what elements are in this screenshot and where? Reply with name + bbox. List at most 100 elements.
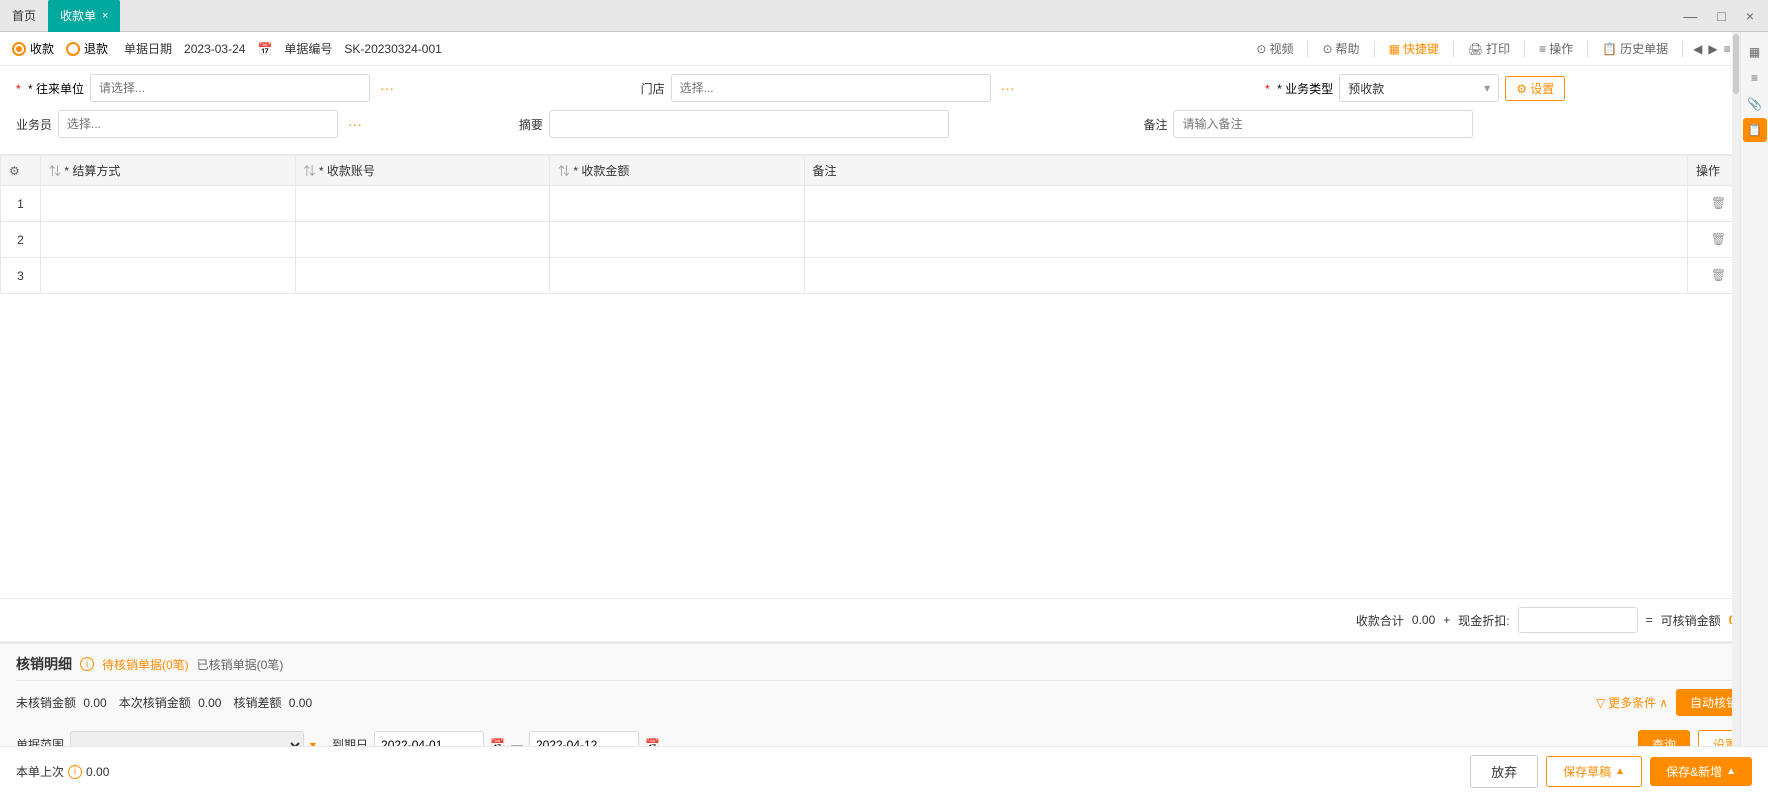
settlement-1[interactable] (41, 186, 296, 222)
delete-icon-2[interactable]: 🗑 (1711, 232, 1726, 246)
date-label: 单据日期 (124, 40, 172, 57)
remark-3[interactable] (804, 258, 1688, 294)
row-num-3: 3 (1, 258, 41, 294)
close-btn[interactable]: × (1740, 6, 1760, 26)
amount-3[interactable] (550, 258, 805, 294)
chevron-up-icon: ∧ (1659, 696, 1668, 710)
right-panel: ▦ ≡ 📎 📋 (1740, 32, 1768, 796)
shortcut-btn[interactable]: ▦ 快捷键 (1385, 38, 1443, 59)
save-new-arrow: ▲ (1726, 766, 1736, 777)
print-btn[interactable]: 🖨 打印 (1464, 38, 1514, 59)
delete-icon-1[interactable]: 🗑 (1711, 196, 1726, 210)
abandon-btn[interactable]: 放弃 (1470, 755, 1538, 788)
remark-1[interactable] (804, 186, 1688, 222)
delete-icon-3[interactable]: 🗑 (1711, 268, 1726, 282)
tab-home[interactable]: 首页 (0, 0, 48, 32)
divider5 (1587, 41, 1588, 57)
history-label: 历史单据 (1620, 40, 1668, 57)
panel-attach-icon[interactable]: 📎 (1743, 92, 1767, 116)
table-gear-icon[interactable]: ⚙ (9, 164, 20, 178)
print-label: 打印 (1486, 40, 1510, 57)
business-type-value: 预收款 (1348, 80, 1384, 97)
history-btn[interactable]: 📋 历史单据 (1598, 38, 1672, 59)
save-new-btn[interactable]: 保存&新增 ▲ (1650, 757, 1752, 786)
from-unit-input[interactable] (90, 74, 370, 102)
panel-list-icon[interactable]: ≡ (1743, 66, 1767, 90)
salesperson-input[interactable] (58, 110, 338, 138)
video-label: 视频 (1269, 40, 1293, 57)
store-input[interactable] (671, 74, 991, 102)
settlement-3[interactable] (41, 258, 296, 294)
video-icon: ⊙ (1256, 42, 1266, 56)
account-1[interactable] (295, 186, 550, 222)
tab-bar: 首页 收款单 × — □ × (0, 0, 1768, 32)
from-unit-field: * * 往来单位 ··· (16, 74, 625, 102)
tab-close-btn[interactable]: × (102, 10, 108, 22)
footer-last-value: 0.00 (86, 765, 109, 779)
verify-info-icon[interactable]: i (80, 657, 94, 671)
more-filter-btn[interactable]: ▽ 更多条件 ∧ (1596, 694, 1668, 711)
from-unit-more-btn[interactable]: ··· (376, 80, 398, 96)
table-row: 1 🗑 ⧉ (1, 186, 1768, 222)
maximize-btn[interactable]: □ (1711, 6, 1731, 26)
business-type-select[interactable]: 预收款 ▾ (1339, 74, 1499, 102)
layout-icon[interactable]: ≡ (1724, 42, 1731, 56)
store-more-btn[interactable]: ··· (997, 80, 1019, 96)
save-draft-btn[interactable]: 保存草稿 ▲ (1546, 756, 1642, 787)
tab-home-label: 首页 (12, 7, 36, 24)
remark-input[interactable] (1173, 110, 1473, 138)
account-2[interactable] (295, 222, 550, 258)
footer-last-label: 本单上次 (16, 763, 64, 780)
footer-info-icon[interactable]: i (68, 765, 82, 779)
history-icon: 📋 (1602, 42, 1617, 56)
window-controls: — □ × (1677, 6, 1768, 26)
summary-label: 摘要 (519, 116, 543, 133)
table-row: 2 🗑 ⧉ (1, 222, 1768, 258)
tab-current[interactable]: 收款单 × (48, 0, 120, 32)
remark-2[interactable] (804, 222, 1688, 258)
table-container: ⚙ ⇅ * 结算方式 ⇅ * 收款账号 ⇅ * 收款金额 (0, 155, 1768, 599)
operation-btn[interactable]: ≡ 操作 (1535, 38, 1577, 59)
operation-label: 操作 (1549, 40, 1573, 57)
radio-receive-dot (12, 42, 26, 56)
settlement-2[interactable] (41, 222, 296, 258)
scroll-thumb[interactable] (1733, 34, 1739, 94)
save-draft-label: 保存草稿 (1563, 763, 1611, 780)
save-draft-arrow: ▲ (1615, 766, 1625, 777)
no-label: 单据编号 (284, 40, 332, 57)
minimize-btn[interactable]: — (1677, 6, 1703, 26)
radio-refund[interactable]: 退款 (66, 40, 108, 57)
summary-input[interactable] (549, 110, 949, 138)
discount-input[interactable] (1518, 607, 1638, 633)
operation-icon: ≡ (1539, 42, 1546, 56)
radio-receive[interactable]: 收款 (12, 40, 54, 57)
current-verify-label: 本次核销金额 0.00 (119, 694, 222, 711)
verify-done-tab[interactable]: 已核销单据(0笔) (197, 656, 284, 673)
diff-label: 核销差额 0.00 (233, 694, 312, 711)
shortcut-label: 快捷键 (1403, 40, 1439, 57)
help-btn[interactable]: ⊙ 帮助 (1318, 38, 1363, 59)
settings-btn[interactable]: ⚙ 设置 (1505, 76, 1565, 101)
video-btn[interactable]: ⊙ 视频 (1252, 38, 1297, 59)
nav-prev-icon[interactable]: ◀ (1693, 42, 1702, 56)
sort-icon2: ⇅ (304, 164, 316, 178)
total-label: 收款合计 (1356, 612, 1404, 629)
filter-icon: ▽ (1596, 696, 1605, 710)
col-account: ⇅ * 收款账号 (295, 156, 550, 186)
equals-sign: = (1646, 613, 1653, 627)
verify-pending-tab[interactable]: 待核销单据(0笔) (102, 656, 189, 673)
nav-next-icon[interactable]: ▶ (1708, 42, 1717, 56)
discount-label: 现金折扣: (1458, 612, 1509, 629)
summary-field: 摘要 (519, 110, 1128, 138)
verify-header: 核销明细 i 待核销单据(0笔) 已核销单据(0笔) (16, 644, 1752, 681)
panel-note-icon[interactable]: 📋 (1743, 118, 1767, 142)
amount-2[interactable] (550, 222, 805, 258)
calendar-icon[interactable]: 📅 (257, 42, 272, 56)
salesperson-more-btn[interactable]: ··· (344, 116, 366, 132)
store-label: 门店 (641, 80, 665, 97)
more-conditions-label: 更多条件 (1608, 694, 1656, 711)
amount-1[interactable] (550, 186, 805, 222)
account-3[interactable] (295, 258, 550, 294)
salesperson-label: 业务员 (16, 116, 52, 133)
panel-table-icon[interactable]: ▦ (1743, 40, 1767, 64)
